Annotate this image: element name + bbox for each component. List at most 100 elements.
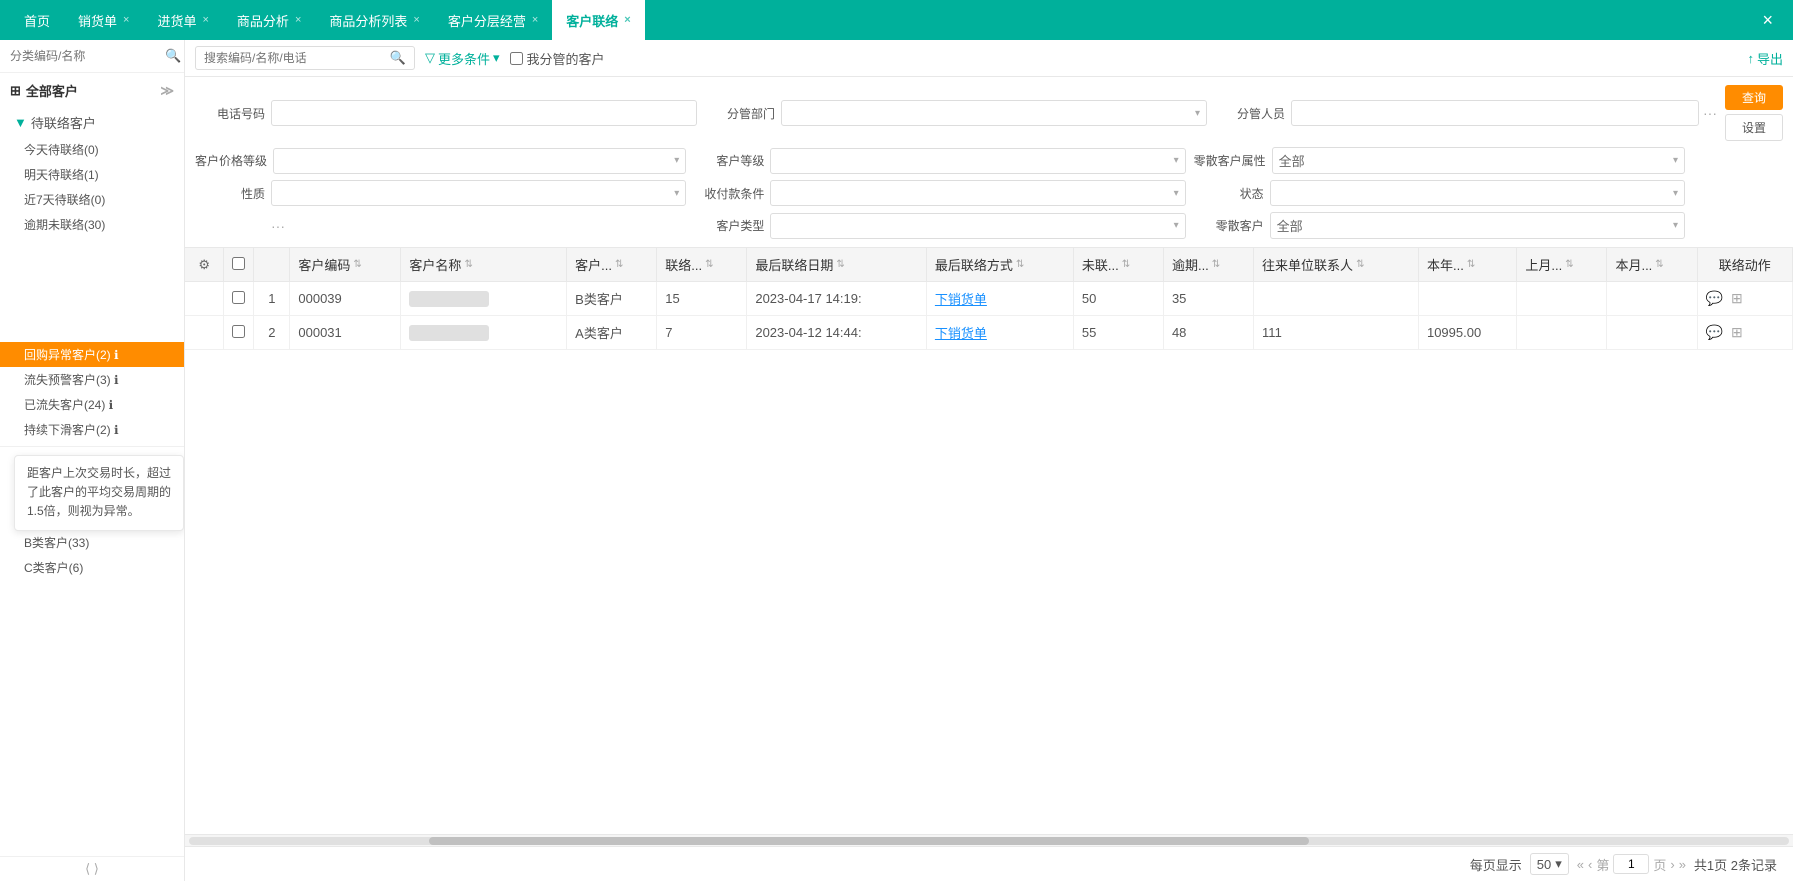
select-all-checkbox[interactable] [232, 257, 245, 270]
cell-cp-1 [1254, 282, 1419, 316]
sidebar-search-icon[interactable]: 🔍 [165, 48, 181, 64]
nav-customer-tier[interactable]: 客户分层经营 × [434, 0, 552, 40]
settings-button[interactable]: 设置 [1725, 114, 1783, 141]
main-search-icon[interactable]: 🔍 [390, 50, 406, 66]
nav-cc-close[interactable]: × [624, 14, 630, 26]
scroll-thumb[interactable] [429, 837, 1309, 845]
scroll-track[interactable] [189, 837, 1789, 845]
retail-customer-select[interactable]: 全部 ▾ [1270, 212, 1685, 239]
cell-level-2: A类客户 [567, 316, 657, 350]
nav-ct-close[interactable]: × [532, 14, 538, 26]
cell-od-2: 48 [1163, 316, 1253, 350]
manager-more-icon[interactable]: ··· [1703, 105, 1717, 121]
cell-settings-2 [185, 316, 224, 350]
dept-select[interactable]: ▾ [781, 100, 1207, 126]
phone-input[interactable] [271, 100, 697, 126]
repurchase-abnormal[interactable]: 回购异常客户(2) ℹ [0, 342, 184, 367]
query-button[interactable]: 查询 [1725, 85, 1783, 110]
class-b[interactable]: B类客户(33) [0, 530, 184, 555]
cell-lm-1 [1517, 282, 1607, 316]
overdue-contact[interactable]: 逾期未联络(30) [0, 212, 184, 237]
sort-icon-od[interactable]: ⇅ [1212, 259, 1220, 270]
nav-sales-order[interactable]: 销货单 × [64, 0, 143, 40]
nav-pal-label: 商品分析列表 [329, 11, 407, 30]
sort-icon-name[interactable]: ⇅ [464, 259, 472, 270]
next-page-btn[interactable]: › [1670, 857, 1674, 872]
manager-select[interactable] [1291, 100, 1699, 126]
more-action-icon-1[interactable]: ⊞ [1731, 290, 1743, 307]
nav-home[interactable]: 首页 [10, 0, 64, 40]
main-search-input[interactable] [204, 51, 390, 65]
sort-icon-cc[interactable]: ⇅ [705, 259, 713, 270]
contact-icon-1[interactable]: 💬 [1706, 290, 1723, 307]
cell-settings-1 [185, 282, 224, 316]
sort-icon-level[interactable]: ⇅ [615, 259, 623, 270]
lcm-link-1[interactable]: 下销货单 [935, 292, 987, 307]
collapse-icon[interactable]: ≫ [160, 83, 174, 99]
more-field: ··· [195, 218, 686, 234]
col-actions-label: 联络动作 [1719, 258, 1771, 273]
week-pending[interactable]: 近7天待联络(0) [0, 187, 184, 212]
status-select[interactable]: ▾ [1270, 180, 1685, 206]
nav-pal-close[interactable]: × [413, 14, 419, 26]
sidebar-expand-bottom[interactable]: ⟨ ⟩ [0, 856, 184, 881]
retail-customer-arrow: ▾ [1673, 220, 1678, 231]
cell-tm-1 [1607, 282, 1697, 316]
class-c[interactable]: C类客户(6) [0, 555, 184, 580]
sort-icon-lcm[interactable]: ⇅ [1016, 259, 1024, 270]
customer-level-field: 客户等级 ▾ [694, 148, 1185, 174]
status-field: 状态 ▾ [1194, 180, 1685, 206]
close-all-button[interactable]: × [1752, 10, 1783, 31]
expand-icon: ⟨ ⟩ [85, 861, 99, 877]
price-level-select[interactable]: ▾ [273, 148, 686, 174]
customer-level-select[interactable]: ▾ [770, 148, 1185, 174]
declining[interactable]: 持续下滑客户(2) ℹ [0, 417, 184, 442]
nature-select[interactable]: ▾ [271, 180, 686, 206]
sidebar-search-input[interactable] [10, 49, 165, 63]
sort-icon-ty[interactable]: ⇅ [1467, 259, 1475, 270]
first-page-btn[interactable]: « [1577, 857, 1584, 872]
nav-purchase-order[interactable]: 进货单 × [143, 0, 222, 40]
lcm-link-2[interactable]: 下销货单 [935, 326, 987, 341]
cell-checkbox-2 [224, 316, 254, 350]
sort-icon-lm[interactable]: ⇅ [1565, 259, 1573, 270]
my-customers-checkbox[interactable] [510, 52, 523, 65]
today-pending[interactable]: 今天待联络(0) [0, 137, 184, 162]
per-page-select[interactable]: 50 ▾ [1530, 853, 1569, 875]
horizontal-scrollbar[interactable] [185, 834, 1793, 846]
page-number-input[interactable] [1613, 854, 1649, 874]
nav-purchase-close[interactable]: × [202, 14, 208, 26]
nav-customer-contact[interactable]: 客户联络 × [552, 0, 644, 40]
cell-contact-1: 15 [657, 282, 747, 316]
nav-product-analysis-list[interactable]: 商品分析列表 × [315, 0, 433, 40]
prev-page-btn[interactable]: ‹ [1588, 857, 1592, 872]
payment-select[interactable]: ▾ [770, 180, 1185, 206]
nav-sales-close[interactable]: × [123, 14, 129, 26]
nav-product-analysis[interactable]: 商品分析 × [223, 0, 315, 40]
dept-label: 分管部门 [705, 105, 775, 122]
customer-type-select[interactable]: ▾ [770, 213, 1185, 239]
col-settings[interactable]: ⚙ [185, 248, 224, 282]
sort-icon-cp[interactable]: ⇅ [1356, 259, 1364, 270]
more-conditions-btn[interactable]: ▽ 更多条件 ▾ [425, 49, 500, 68]
last-page-btn[interactable]: » [1679, 857, 1686, 872]
row-checkbox-1[interactable] [232, 291, 245, 304]
settings-icon[interactable]: ⚙ [198, 257, 210, 272]
more-action-icon-2[interactable]: ⊞ [1731, 324, 1743, 341]
churned[interactable]: 已流失客户(24) ℹ [0, 392, 184, 417]
pending-contact-group[interactable]: ▼ 待联络客户 [0, 108, 184, 137]
pending-contact-label: 待联络客户 [31, 113, 96, 132]
sort-icon-nc[interactable]: ⇅ [1122, 259, 1130, 270]
sort-icon-tm[interactable]: ⇅ [1655, 259, 1663, 270]
sort-icon-code[interactable]: ⇅ [353, 259, 361, 270]
sort-icon-lcd[interactable]: ⇅ [836, 259, 844, 270]
tomorrow-pending[interactable]: 明天待联络(1) [0, 162, 184, 187]
nav-pa-close[interactable]: × [295, 14, 301, 26]
main-layout: 🔍 ⊞ 全部客户 ≫ ▼ 待联络客户 今天待联络(0) 明天待联络(1) 近7天… [0, 40, 1793, 881]
churn-warning[interactable]: 流失预警客户(3) ℹ [0, 367, 184, 392]
export-button[interactable]: ↑ 导出 [1747, 49, 1783, 68]
contact-icon-2[interactable]: 💬 [1706, 324, 1723, 341]
row-checkbox-2[interactable] [232, 325, 245, 338]
more-dots-icon[interactable]: ··· [271, 218, 285, 234]
retail-attr-select[interactable]: 全部 ▾ [1272, 147, 1685, 174]
